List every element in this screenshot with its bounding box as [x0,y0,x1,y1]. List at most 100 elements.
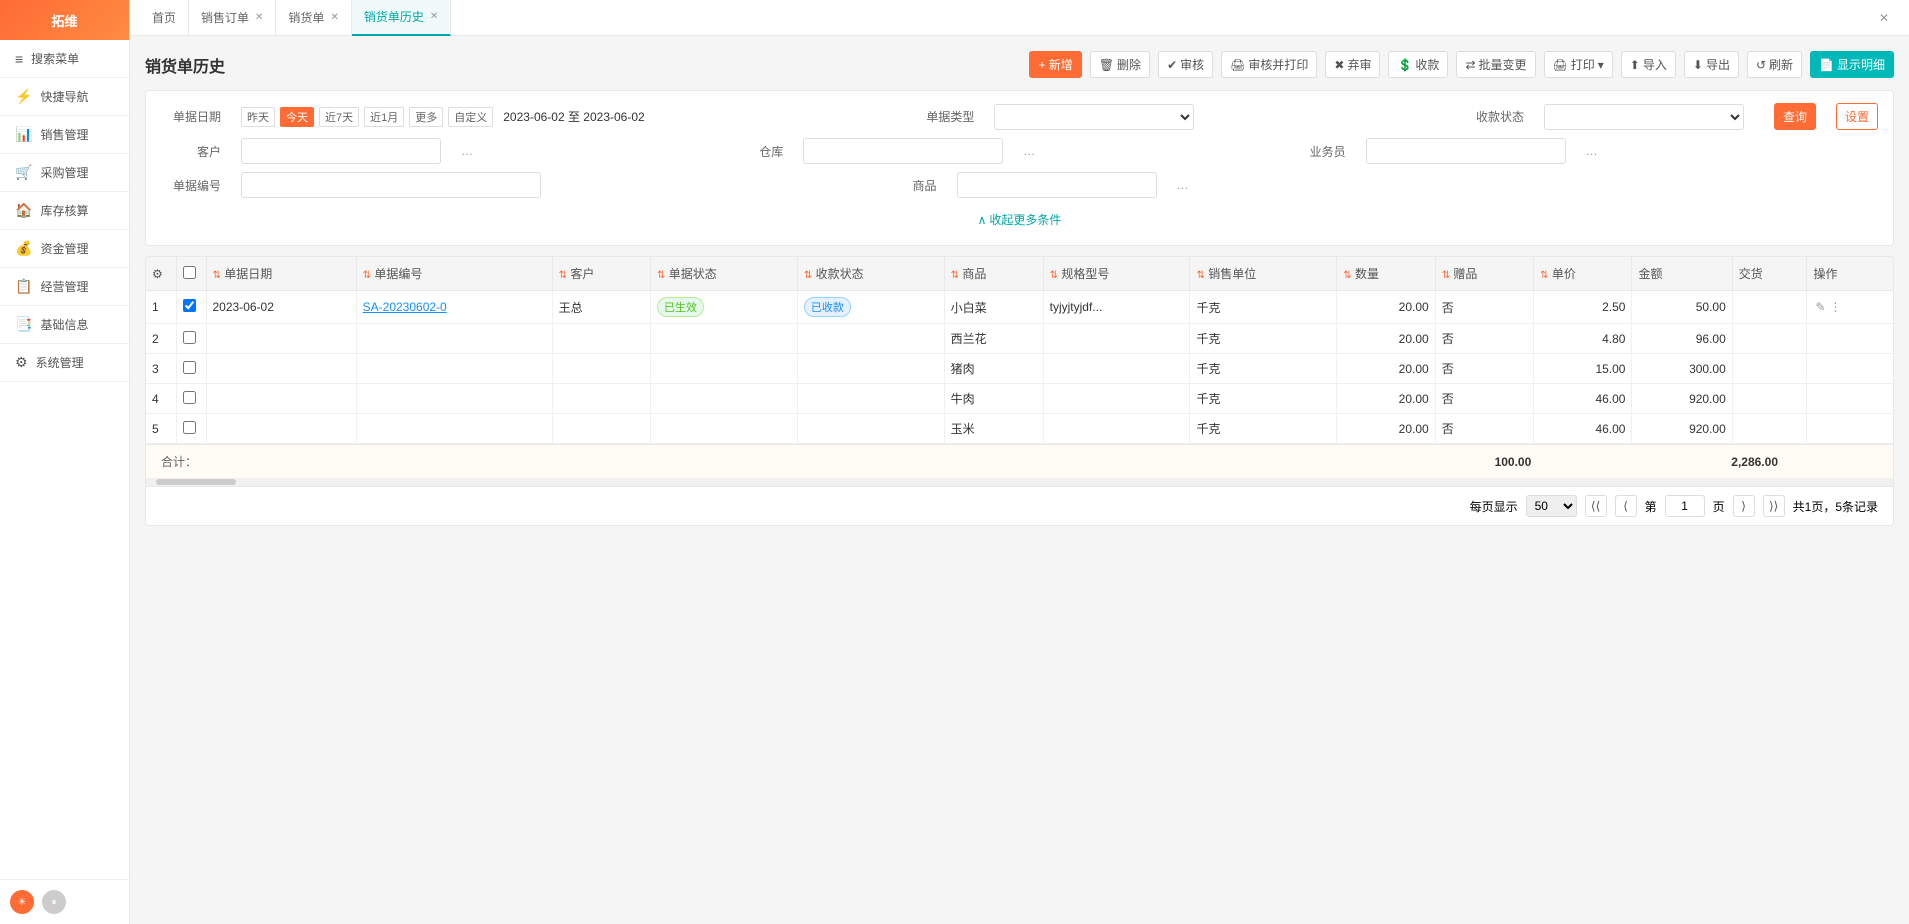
print-audit-button[interactable]: 🖨 审核并打印 [1221,51,1317,78]
date-btn-1month[interactable]: 近1月 [364,107,404,127]
abandon-button[interactable]: ✖ 弃审 [1325,51,1380,78]
print-button[interactable]: 🖨 打印 ▾ [1544,51,1613,78]
payment-status-col-header[interactable]: ⇅ 收款状态 [797,257,944,291]
customer-col-header[interactable]: ⇅ 客户 [552,257,650,291]
doc-status-cell [650,354,797,384]
unit-col-header[interactable]: ⇅ 销售单位 [1190,257,1337,291]
doc-date-col-header[interactable]: ⇅ 单据日期 [206,257,356,291]
import-button[interactable]: ⬆ 导入 [1621,51,1676,78]
sidebar-item-inventory[interactable]: 🏠 库存核算 [0,192,129,230]
tab-home[interactable]: 首页 [140,0,189,36]
tab-sales-order[interactable]: 销售订单 ✕ [189,0,276,36]
doc-type-select[interactable] [994,104,1194,130]
payment-status-select[interactable] [1544,104,1744,130]
qty-col-header[interactable]: ⇅ 数量 [1337,257,1435,291]
doc-no-input[interactable] [241,172,541,198]
doc-status-cell [650,324,797,354]
sidebar-item-quick-nav[interactable]: ⚡ 快捷导航 [0,78,129,116]
sidebar-item-label: 资金管理 [40,240,88,257]
more-action-icon[interactable]: ⋮ [1830,300,1842,314]
page-unit: 页 [1713,498,1725,515]
tab-sales-order-close[interactable]: ✕ [255,12,263,23]
date-btn-custom[interactable]: 自定义 [448,107,493,127]
new-button[interactable]: + 新增 [1029,51,1081,78]
spec-col-header[interactable]: ⇅ 规格型号 [1043,257,1190,291]
batch-change-button[interactable]: ⇄ 批量变更 [1456,51,1535,78]
doc-date-cell: 2023-06-02 [206,291,356,324]
edit-action-icon[interactable]: ✎ [1815,300,1825,314]
table-settings-icon[interactable]: ⚙ [152,267,163,281]
settings-button[interactable]: 设置 [1836,103,1878,130]
checkbox-cell[interactable] [176,414,206,444]
gift-col-header[interactable]: ⇅ 赠品 [1435,257,1533,291]
row-checkbox[interactable] [183,361,196,374]
per-page-select[interactable]: 50 100 200 [1526,495,1577,517]
settings-col-header[interactable]: ⚙ [146,257,176,291]
table-row: 2 西兰花 千克 20.00 否 4.80 96.00 [146,324,1893,354]
horizontal-scrollbar[interactable] [146,478,1893,486]
staff-input[interactable] [1366,138,1566,164]
tab-delivery-close[interactable]: ✕ [330,12,338,23]
sidebar-item-search-menu[interactable]: ≡ 搜索菜单 [0,40,129,78]
goods-col-header[interactable]: ⇅ 商品 [944,257,1043,291]
select-all-checkbox[interactable] [183,266,196,279]
unit-cell: 千克 [1190,384,1337,414]
doc-no-link[interactable]: SA-20230602-0 [363,300,447,314]
export-button[interactable]: ⬇ 导出 [1684,51,1739,78]
tab-delivery-history[interactable]: 销货单历史 ✕ [352,0,451,36]
date-btn-yesterday[interactable]: 昨天 [241,107,275,127]
delete-button[interactable]: 🗑 删除 [1090,51,1150,78]
sidebar-item-finance[interactable]: 💰 资金管理 [0,230,129,268]
query-button[interactable]: 查询 [1774,103,1816,130]
date-btn-7days[interactable]: 近7天 [319,107,359,127]
show-detail-button[interactable]: 📄 显示明细 [1810,51,1894,78]
sidebar-item-sys-mgmt[interactable]: ⚙ 系统管理 [0,344,129,382]
doc-status-col-header[interactable]: ⇅ 单据状态 [650,257,797,291]
checkbox-cell[interactable] [176,384,206,414]
price-col-header[interactable]: ⇅ 单价 [1534,257,1632,291]
staff-dots[interactable]: … [1586,144,1598,158]
audit-button[interactable]: ✔ 审核 [1158,51,1213,78]
checkbox-col-header[interactable] [176,257,206,291]
sort-icon: ⇅ [363,270,371,281]
amount-cell: 920.00 [1632,384,1732,414]
row-checkbox[interactable] [183,331,196,344]
row-checkbox[interactable] [183,391,196,404]
customer-input[interactable] [241,138,441,164]
doc-no-col-header[interactable]: ⇅ 单据编号 [356,257,552,291]
customer-dots[interactable]: … [461,144,473,158]
page-first-button[interactable]: ⟨⟨ [1585,495,1607,517]
warehouse-dots[interactable]: … [1023,144,1035,158]
page-number-input[interactable] [1665,495,1705,517]
finance-icon: 💰 [15,240,32,257]
sidebar-item-ops-mgmt[interactable]: 📋 经营管理 [0,268,129,306]
page-prev-button[interactable]: ⟨ [1615,495,1637,517]
tab-delivery[interactable]: 销货单 ✕ [276,0,351,36]
sidebar-item-sales-mgmt[interactable]: 📊 销售管理 [0,116,129,154]
tab-delivery-history-close[interactable]: ✕ [430,11,438,22]
checkbox-cell[interactable] [176,324,206,354]
page-last-button[interactable]: ⟩⟩ [1763,495,1785,517]
sidebar-item-basic-info[interactable]: 📑 基础信息 [0,306,129,344]
tab-bar-close[interactable]: ✕ [1869,11,1899,25]
date-btn-more[interactable]: 更多 [409,107,443,127]
warehouse-input[interactable] [803,138,1003,164]
goods-dots[interactable]: … [1177,178,1189,192]
scroll-thumb[interactable] [156,479,236,485]
collapse-button[interactable]: ∧ 收起更多条件 [161,206,1878,233]
doc-no-cell [356,384,552,414]
row-checkbox[interactable] [183,299,196,312]
date-btn-today[interactable]: 今天 [280,107,314,127]
sidebar-btn-2[interactable]: ⏸ [42,890,66,914]
row-checkbox[interactable] [183,421,196,434]
checkbox-cell[interactable] [176,354,206,384]
refresh-button[interactable]: ↺ 刷新 [1747,51,1802,78]
checkbox-cell[interactable] [176,291,206,324]
goods-input[interactable] [957,172,1157,198]
payment-status-cell [797,414,944,444]
page-next-button[interactable]: ⟩ [1733,495,1755,517]
sidebar-btn-1[interactable]: ☀ [10,890,34,914]
sidebar-item-purchase-mgmt[interactable]: 🛒 采购管理 [0,154,129,192]
print-audit-icon: 🖨 [1230,58,1245,72]
collect-button[interactable]: 💲 收款 [1388,51,1448,78]
